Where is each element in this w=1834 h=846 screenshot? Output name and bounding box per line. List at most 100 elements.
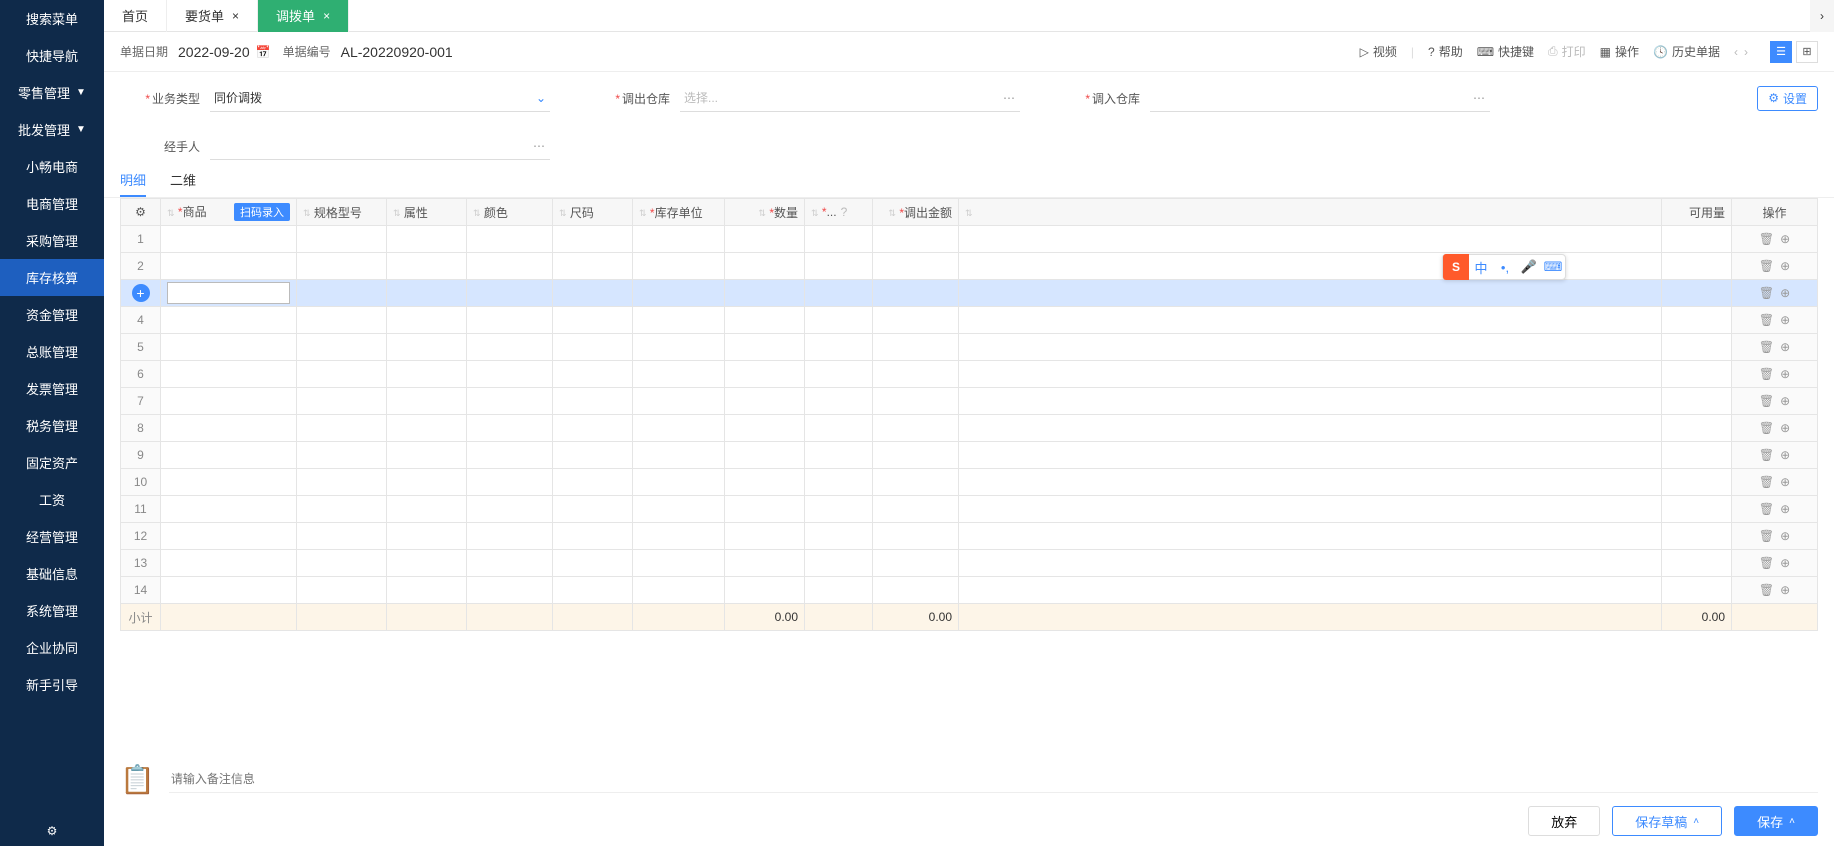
sidebar-item-assets[interactable]: 固定资产 <box>0 444 104 481</box>
col-amount[interactable]: ⇅ *调出金额 <box>873 199 959 226</box>
sidebar-item-wholesale[interactable]: 批发管理▼ <box>0 111 104 148</box>
gear-header[interactable]: ⚙ <box>121 199 161 226</box>
insert-row-icon[interactable]: ⊕ <box>1780 448 1790 462</box>
handler-select[interactable]: ⋯ <box>210 132 550 160</box>
table-row[interactable]: +🗑⊕ <box>121 280 1818 307</box>
col-price[interactable]: ⇅ *...? <box>805 199 873 226</box>
col-product[interactable]: ⇅ *商品扫码录入 <box>161 199 297 226</box>
delete-row-icon[interactable]: 🗑 <box>1759 340 1774 354</box>
table-row[interactable]: 10🗑⊕ <box>121 469 1818 496</box>
table-row[interactable]: 7🗑⊕ <box>121 388 1818 415</box>
print-link[interactable]: ⎙打印 <box>1548 43 1586 60</box>
subtab-detail[interactable]: 明细 <box>120 170 146 197</box>
out-warehouse-select[interactable]: 选择... ⋯ <box>680 84 1020 112</box>
biz-type-select[interactable]: 同价调拨 ⌄ <box>210 84 550 112</box>
table-row[interactable]: 5🗑⊕ <box>121 334 1818 361</box>
delete-row-icon[interactable]: 🗑 <box>1759 502 1774 516</box>
insert-row-icon[interactable]: ⊕ <box>1780 421 1790 435</box>
delete-row-icon[interactable]: 🗑 <box>1759 421 1774 435</box>
insert-row-icon[interactable]: ⊕ <box>1780 529 1790 543</box>
tab-transfer[interactable]: 调拨单× <box>258 0 349 32</box>
subtab-2d[interactable]: 二维 <box>170 170 196 197</box>
scan-button[interactable]: 扫码录入 <box>234 203 290 221</box>
table-row[interactable]: 9🗑⊕ <box>121 442 1818 469</box>
sidebar-settings[interactable]: ⚙ <box>0 816 104 846</box>
save-button[interactable]: 保存˄ <box>1734 806 1818 836</box>
table-row[interactable]: 12🗑⊕ <box>121 523 1818 550</box>
help-link[interactable]: ?帮助 <box>1428 43 1463 60</box>
insert-row-icon[interactable]: ⊕ <box>1780 286 1790 300</box>
ime-lang[interactable]: 中 <box>1469 258 1493 277</box>
operate-link[interactable]: ▦操作 <box>1600 43 1639 60</box>
table-row[interactable]: 8🗑⊕ <box>121 415 1818 442</box>
prev-doc[interactable]: ‹ <box>1734 45 1738 59</box>
sidebar-item-ecommerce-xc[interactable]: 小畅电商 <box>0 148 104 185</box>
calendar-icon[interactable]: 📅 <box>256 45 271 59</box>
table-row[interactable]: 11🗑⊕ <box>121 496 1818 523</box>
col-attr[interactable]: ⇅ 属性 <box>387 199 467 226</box>
tab-home[interactable]: 首页 <box>104 0 167 32</box>
next-doc[interactable]: › <box>1744 45 1748 59</box>
sidebar-item-salary[interactable]: 工资 <box>0 481 104 518</box>
in-warehouse-select[interactable]: ⋯ <box>1150 84 1490 112</box>
col-color[interactable]: ⇅ 颜色 <box>467 199 553 226</box>
tab-request[interactable]: 要货单× <box>167 0 258 32</box>
insert-row-icon[interactable]: ⊕ <box>1780 502 1790 516</box>
settings-button[interactable]: ⚙设置 <box>1757 86 1818 111</box>
insert-row-icon[interactable]: ⊕ <box>1780 556 1790 570</box>
insert-row-icon[interactable]: ⊕ <box>1780 475 1790 489</box>
table-row[interactable]: 6🗑⊕ <box>121 361 1818 388</box>
insert-row-icon[interactable]: ⊕ <box>1780 232 1790 246</box>
sidebar-item-basic[interactable]: 基础信息 <box>0 555 104 592</box>
col-spec[interactable]: ⇅ 规格型号 <box>297 199 387 226</box>
insert-row-icon[interactable]: ⊕ <box>1780 583 1790 597</box>
add-row-button[interactable]: + <box>132 284 150 302</box>
close-icon[interactable]: × <box>323 9 330 23</box>
delete-row-icon[interactable]: 🗑 <box>1759 259 1774 273</box>
help-icon[interactable]: ? <box>841 205 848 219</box>
history-link[interactable]: 🕓历史单据 <box>1653 43 1720 60</box>
delete-row-icon[interactable]: 🗑 <box>1759 367 1774 381</box>
sidebar-item-funds[interactable]: 资金管理 <box>0 296 104 333</box>
ime-mic-icon[interactable]: 🎤 <box>1517 259 1541 275</box>
delete-row-icon[interactable]: 🗑 <box>1759 394 1774 408</box>
delete-row-icon[interactable]: 🗑 <box>1759 232 1774 246</box>
insert-row-icon[interactable]: ⊕ <box>1780 340 1790 354</box>
delete-row-icon[interactable]: 🗑 <box>1759 313 1774 327</box>
insert-row-icon[interactable]: ⊕ <box>1780 259 1790 273</box>
delete-row-icon[interactable]: 🗑 <box>1759 448 1774 462</box>
close-icon[interactable]: × <box>232 9 239 23</box>
table-row[interactable]: 13🗑⊕ <box>121 550 1818 577</box>
sidebar-item-inventory[interactable]: 库存核算 <box>0 259 104 296</box>
date-value[interactable]: 2022-09-20 <box>178 44 250 60</box>
table-row[interactable]: 4🗑⊕ <box>121 307 1818 334</box>
notes-input[interactable] <box>169 766 1818 793</box>
sidebar-item-purchase[interactable]: 采购管理 <box>0 222 104 259</box>
view-grid[interactable]: ⊞ <box>1796 41 1818 63</box>
save-draft-button[interactable]: 保存草稿˄ <box>1612 806 1722 836</box>
delete-row-icon[interactable]: 🗑 <box>1759 556 1774 570</box>
col-avail[interactable]: 可用量 <box>1662 199 1732 226</box>
insert-row-icon[interactable]: ⊕ <box>1780 367 1790 381</box>
table-row[interactable]: 14🗑⊕ <box>121 577 1818 604</box>
sidebar-item-business[interactable]: 经营管理 <box>0 518 104 555</box>
video-link[interactable]: ▷视频 <box>1360 43 1397 60</box>
insert-row-icon[interactable]: ⊕ <box>1780 394 1790 408</box>
delete-row-icon[interactable]: 🗑 <box>1759 475 1774 489</box>
ime-toolbar[interactable]: S 中 •, 🎤 ⌨ <box>1442 254 1566 280</box>
col-qty[interactable]: ⇅ *数量 <box>725 199 805 226</box>
ime-punct[interactable]: •, <box>1493 260 1517 275</box>
sidebar-item-ecommerce[interactable]: 电商管理 <box>0 185 104 222</box>
col-size[interactable]: ⇅ 尺码 <box>553 199 633 226</box>
ime-keyboard-icon[interactable]: ⌨ <box>1541 259 1565 275</box>
sidebar-item-guide[interactable]: 新手引导 <box>0 666 104 703</box>
sidebar-item-retail[interactable]: 零售管理▼ <box>0 74 104 111</box>
view-list[interactable]: ☰ <box>1770 41 1792 63</box>
sidebar-item-search-menu[interactable]: 搜索菜单 <box>0 0 104 37</box>
insert-row-icon[interactable]: ⊕ <box>1780 313 1790 327</box>
sidebar-item-system[interactable]: 系统管理 <box>0 592 104 629</box>
discard-button[interactable]: 放弃 <box>1528 806 1600 836</box>
tabs-expand[interactable]: › <box>1810 0 1834 32</box>
table-row[interactable]: 1🗑⊕ <box>121 226 1818 253</box>
product-input[interactable] <box>167 282 290 304</box>
